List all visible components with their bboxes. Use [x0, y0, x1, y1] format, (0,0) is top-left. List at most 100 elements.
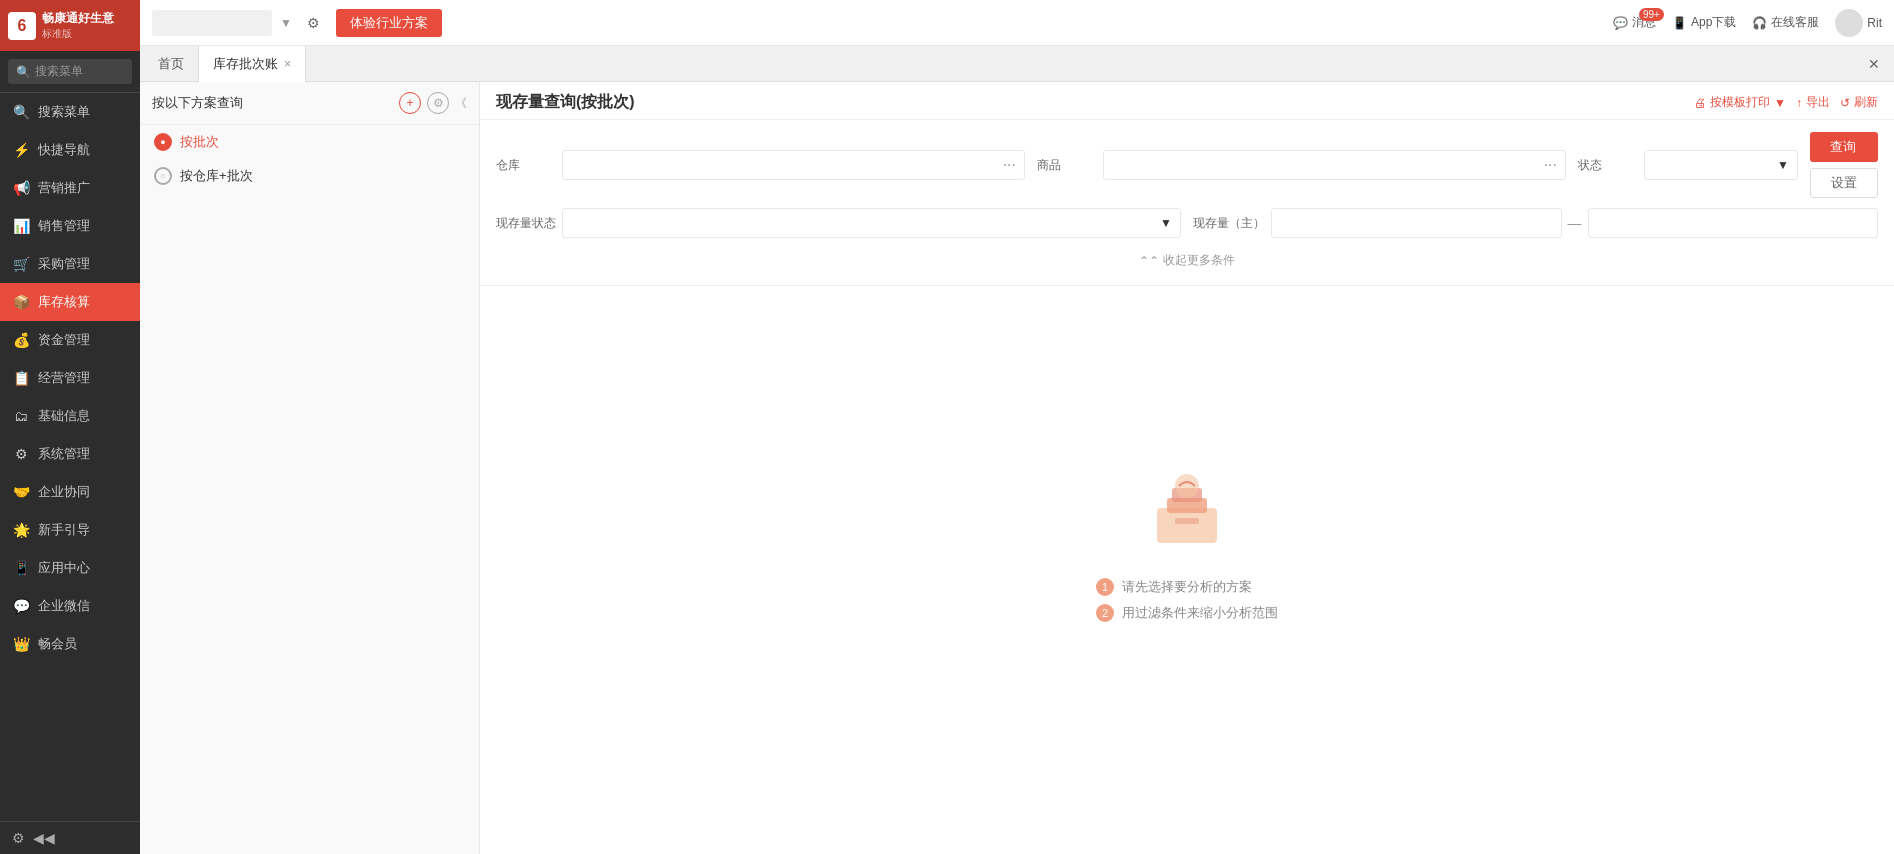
collapse-more-btn[interactable]: ⌃⌃ 收起更多条件 — [496, 248, 1878, 273]
sidebar-item-marketing[interactable]: 📢 营销推广 — [0, 169, 140, 207]
add-scheme-btn[interactable]: + — [399, 92, 421, 114]
warehouse-input[interactable]: ··· — [562, 150, 1025, 180]
sidebar-item-operation[interactable]: 📋 经营管理 — [0, 359, 140, 397]
nav-label-basic: 基础信息 — [38, 407, 90, 425]
status-filter: 状态 ▼ — [1578, 150, 1798, 180]
filter-row-2: 现存量状态 ▼ 现存量（主） — — [496, 208, 1878, 238]
topbar-dropdown-icon[interactable]: ▼ — [280, 16, 292, 30]
nav-icon-newbie: 🌟 — [12, 522, 30, 538]
warehouse-label: 仓库 — [496, 157, 556, 174]
export-btn[interactable]: ↑ 导出 — [1796, 94, 1830, 111]
tab-inventory-batch[interactable]: 库存批次账 × — [199, 46, 306, 82]
svg-rect-4 — [1175, 518, 1199, 524]
empty-hint-1: 1 请先选择要分析的方案 — [1096, 578, 1278, 596]
sidebar-header: 6 畅康通好生意 标准版 — [0, 0, 140, 51]
refresh-btn[interactable]: ↺ 刷新 — [1840, 94, 1878, 111]
sidebar-search-area[interactable]: 🔍 搜索菜单 — [0, 51, 140, 93]
nav-label-enterprise: 企业协同 — [38, 483, 90, 501]
nav-label-shortcut: 快捷导航 — [38, 141, 90, 159]
page-header: 现存量查询(按批次) 🖨 按模板打印 ▼ ↑ 导出 ↺ 刷新 — [480, 82, 1894, 120]
messages-badge: 99+ — [1639, 8, 1664, 21]
industry-plan-button[interactable]: 体验行业方案 — [336, 9, 442, 37]
scheme-by-warehouse-batch[interactable]: ○ 按仓库+批次 — [140, 159, 479, 193]
empty-hint-2: 2 用过滤条件来缩小分析范围 — [1096, 604, 1278, 622]
sidebar-item-wechat[interactable]: 💬企业微信 — [0, 587, 140, 625]
right-panel: 现存量查询(按批次) 🖨 按模板打印 ▼ ↑ 导出 ↺ 刷新 — [480, 82, 1894, 854]
nav-icon-system: ⚙ — [12, 446, 30, 462]
nav-label-sales: 销售管理 — [38, 217, 90, 235]
topbar-left: ▼ ⚙ 体验行业方案 — [152, 9, 442, 37]
scheme-by-batch[interactable]: ● 按批次 — [140, 125, 479, 159]
nav-icon-apps: 📱 — [12, 560, 30, 576]
panel-collapse-btn[interactable]: 《 — [455, 95, 467, 112]
topbar-gear-icon[interactable]: ⚙ — [300, 9, 328, 37]
app-download-btn[interactable]: 📱 App下载 — [1672, 14, 1736, 31]
nav-icon-finance: 💰 — [12, 332, 30, 348]
sidebar-item-apps[interactable]: 📱 应用中心 — [0, 549, 140, 587]
search-menu-btn[interactable]: 🔍 搜索菜单 — [8, 59, 132, 84]
message-icon: 💬 — [1613, 16, 1628, 30]
tab-home[interactable]: 首页 — [144, 46, 199, 82]
inventory-amount-max[interactable] — [1588, 208, 1879, 238]
nav-label-marketing: 营销推广 — [38, 179, 90, 197]
left-panel-header: 按以下方案查询 + ⚙ 《 — [140, 82, 479, 125]
search-icon: 🔍 — [16, 65, 31, 79]
nav-label-apps: 应用中心 — [38, 559, 90, 577]
sidebar: 6 畅康通好生意 标准版 🔍 搜索菜单 🔍搜索菜单⚡快捷导航📢营销推广📊销售管理… — [0, 0, 140, 854]
main-area: ▼ ⚙ 体验行业方案 💬 消息 99+ 📱 App下载 🎧 在线客服 Rit — [140, 0, 1894, 854]
app-download-label: App下载 — [1691, 14, 1736, 31]
tab-panel-close-btn[interactable]: ✕ — [1858, 56, 1890, 72]
nav-label-newbie: 新手引导 — [38, 521, 90, 539]
product-input[interactable]: ··· — [1103, 150, 1566, 180]
nav-icon-marketing: 📢 — [12, 180, 30, 196]
sidebar-item-shortcut[interactable]: ⚡ 快捷导航 — [0, 131, 140, 169]
nav-icon-operation: 📋 — [12, 370, 30, 386]
export-icon: ↑ — [1796, 96, 1802, 110]
settings-icon[interactable]: ⚙ — [12, 830, 25, 846]
sidebar-item-inventory[interactable]: 📦库存核算 — [0, 283, 140, 321]
settings-button[interactable]: 设置 — [1810, 168, 1878, 198]
empty-hints: 1 请先选择要分析的方案 2 用过滤条件来缩小分析范围 — [1096, 578, 1278, 622]
nav-icon-shortcut: ⚡ — [12, 142, 30, 158]
scheme-by-warehouse-batch-icon: ○ — [154, 167, 172, 185]
nav-label-operation: 经营管理 — [38, 369, 90, 387]
left-panel-actions: + ⚙ 《 — [399, 92, 467, 114]
sidebar-item-finance[interactable]: 💰资金管理 — [0, 321, 140, 359]
status-select[interactable]: ▼ — [1644, 150, 1798, 180]
query-button[interactable]: 查询 — [1810, 132, 1878, 162]
nav-label-system: 系统管理 — [38, 445, 90, 463]
sidebar-item-basic[interactable]: 🗂 基础信息 — [0, 397, 140, 435]
nav-label-search: 搜索菜单 — [38, 103, 90, 121]
inventory-status-select[interactable]: ▼ — [562, 208, 1181, 238]
sidebar-item-member[interactable]: 👑畅会员 — [0, 625, 140, 663]
customer-service-btn[interactable]: 🎧 在线客服 — [1752, 14, 1819, 31]
sidebar-item-purchase[interactable]: 🛒采购管理 — [0, 245, 140, 283]
phone-icon: 📱 — [1672, 16, 1687, 30]
nav-icon-sales: 📊 — [12, 218, 30, 234]
sidebar-item-system[interactable]: ⚙ 系统管理 — [0, 435, 140, 473]
nav-icon-basic: 🗂 — [12, 408, 30, 424]
hint-num-2: 2 — [1096, 604, 1114, 622]
collapse-up-icon: ⌃⌃ — [1139, 254, 1159, 268]
tab-close-btn[interactable]: × — [284, 57, 291, 71]
search-menu-label: 搜索菜单 — [35, 63, 83, 80]
inventory-amount-label: 现存量（主） — [1193, 215, 1265, 232]
user-avatar-area[interactable]: Rit — [1835, 9, 1882, 37]
hint-text-2: 用过滤条件来缩小分析范围 — [1122, 604, 1278, 622]
customer-service-label: 在线客服 — [1771, 14, 1819, 31]
nav-label-wechat: 企业微信 — [38, 597, 90, 615]
sidebar-item-enterprise[interactable]: 🤝企业协同 — [0, 473, 140, 511]
sidebar-item-search[interactable]: 🔍搜索菜单 — [0, 93, 140, 131]
product-filter: 商品 ··· — [1037, 150, 1566, 180]
collapse-more-label: 收起更多条件 — [1163, 252, 1235, 269]
print-template-btn[interactable]: 🖨 按模板打印 ▼ — [1694, 94, 1786, 111]
content-area: 按以下方案查询 + ⚙ 《 ● 按批次 ○ 按仓库+批次 现存量查询(按批次) — [140, 82, 1894, 854]
page-title: 现存量查询(按批次) — [496, 92, 635, 113]
inventory-amount-min[interactable] — [1271, 208, 1562, 238]
scheme-settings-btn[interactable]: ⚙ — [427, 92, 449, 114]
messages-btn[interactable]: 💬 消息 99+ — [1613, 14, 1656, 31]
sidebar-item-newbie[interactable]: 🌟 新手引导 — [0, 511, 140, 549]
collapse-icon[interactable]: ◀◀ — [33, 830, 55, 846]
tabs-bar: 首页 库存批次账 × ✕ — [140, 46, 1894, 82]
sidebar-item-sales[interactable]: 📊 销售管理 — [0, 207, 140, 245]
